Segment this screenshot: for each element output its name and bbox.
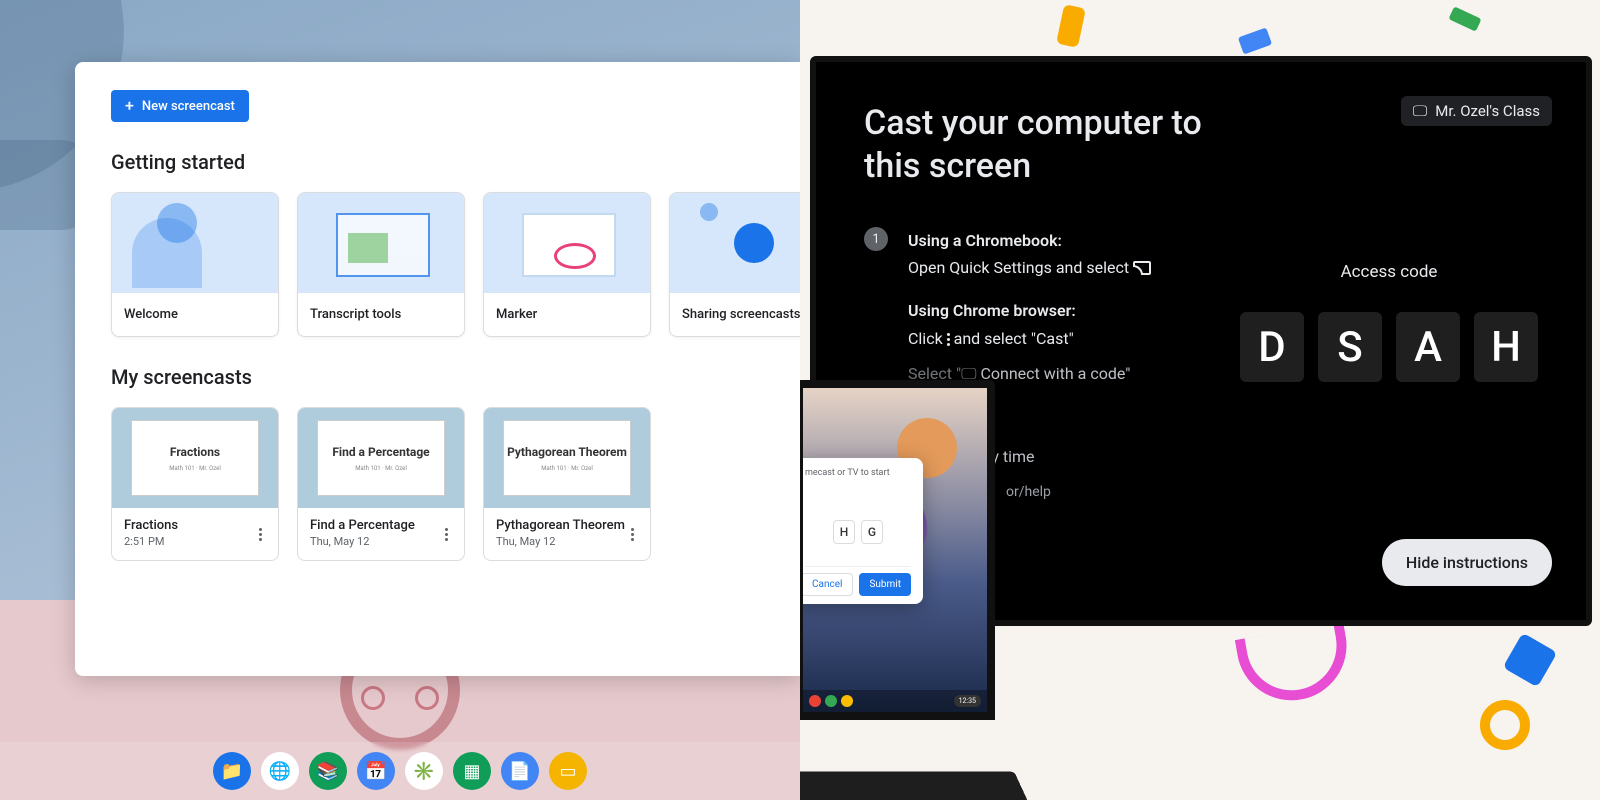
hide-instructions-button[interactable]: Hide instructions [1382,539,1552,586]
kebab-icon[interactable] [620,522,644,546]
card-title: Fractions [124,518,266,533]
getting-started-row: Welcome Transcript tools Marker Sharing … [111,192,800,337]
shelf-app-icon[interactable] [809,695,821,707]
connect-code-dialog: mecast or TV to start H G Cancel Submit [800,458,923,604]
plus-icon: + [125,98,134,114]
access-code: D S A H [1240,312,1538,382]
shelf-clock[interactable]: 12:35 [954,695,981,707]
cast-title: Cast your computer to this screen [864,102,1224,187]
card-illustration [112,193,278,293]
wallpaper-deco [361,686,439,710]
chrome-app-icon[interactable]: 🌐 [261,752,299,790]
screencast-desktop: + New screencast Getting started Welcome… [0,0,800,800]
step-number: 1 [864,227,888,251]
code-input-chips[interactable]: H G [805,520,911,544]
kebab-icon[interactable] [248,522,272,546]
cast-icon [1133,261,1151,275]
screencast-card[interactable]: FractionsMath 101 · Mr. Ozel Fractions 2:… [111,407,279,561]
submit-button[interactable]: Submit [859,573,911,596]
screencast-card[interactable]: Find a PercentageMath 101 · Mr. Ozel Fin… [297,407,465,561]
thumbnail: FractionsMath 101 · Mr. Ozel [112,408,278,508]
laptop-keyboard [800,771,1038,800]
screencast-window: + New screencast Getting started Welcome… [75,62,800,676]
sheets-app-icon[interactable]: ▦ [453,752,491,790]
chromeos-shelf: 📁 🌐 📚 📅 ✳️ ▦ 📄 ▭ [0,742,800,800]
screen-icon: 🖵 [1413,102,1427,120]
new-screencast-label: New screencast [142,99,235,114]
card-date: Thu, May 12 [496,535,638,548]
photos-app-icon[interactable]: ✳️ [405,752,443,790]
slides-app-icon[interactable]: ▭ [549,752,587,790]
getting-started-heading: Getting started [111,150,800,174]
card-illustration [298,193,464,293]
cancel-button[interactable]: Cancel [801,573,853,596]
card-illustration [484,193,650,293]
dialog-hint: mecast or TV to start [805,468,911,480]
screencast-card[interactable]: Pythagorean TheoremMath 101 · Mr. Ozel P… [483,407,651,561]
class-name-chip: 🖵 Mr. Ozel's Class [1401,96,1552,126]
kebab-icon[interactable] [434,522,458,546]
shelf-app-icon[interactable] [841,695,853,707]
card-sharing[interactable]: Sharing screencasts [669,192,800,337]
cast-moderator-scene: 🖵 Mr. Ozel's Class Cast your computer to… [800,0,1600,800]
calendar-app-icon[interactable]: 📅 [357,752,395,790]
card-welcome[interactable]: Welcome [111,192,279,337]
classroom-app-icon[interactable]: 📚 [309,752,347,790]
my-screencasts-heading: My screencasts [111,365,800,389]
card-title: Find a Percentage [310,518,452,533]
access-code-label: Access code [1240,262,1538,282]
files-app-icon[interactable]: 📁 [213,752,251,790]
laptop-screen: mecast or TV to start H G Cancel Submit … [800,380,995,720]
card-date: Thu, May 12 [310,535,452,548]
laptop-shelf: 12:35 [803,690,987,712]
shelf-app-icon[interactable] [825,695,837,707]
card-date: 2:51 PM [124,535,266,548]
docs-app-icon[interactable]: 📄 [501,752,539,790]
access-code-panel: Access code D S A H [1240,262,1538,382]
vertical-dots-icon [947,333,950,346]
card-transcript-tools[interactable]: Transcript tools [297,192,465,337]
laptop-device: mecast or TV to start H G Cancel Submit … [800,380,1025,800]
my-screencasts-row: FractionsMath 101 · Mr. Ozel Fractions 2:… [111,407,800,561]
new-screencast-button[interactable]: + New screencast [111,90,249,122]
card-title: Pythagorean Theorem [496,518,638,533]
card-marker[interactable]: Marker [483,192,651,337]
card-illustration [670,193,800,293]
thumbnail: Find a PercentageMath 101 · Mr. Ozel [298,408,464,508]
thumbnail: Pythagorean TheoremMath 101 · Mr. Ozel [484,408,650,508]
